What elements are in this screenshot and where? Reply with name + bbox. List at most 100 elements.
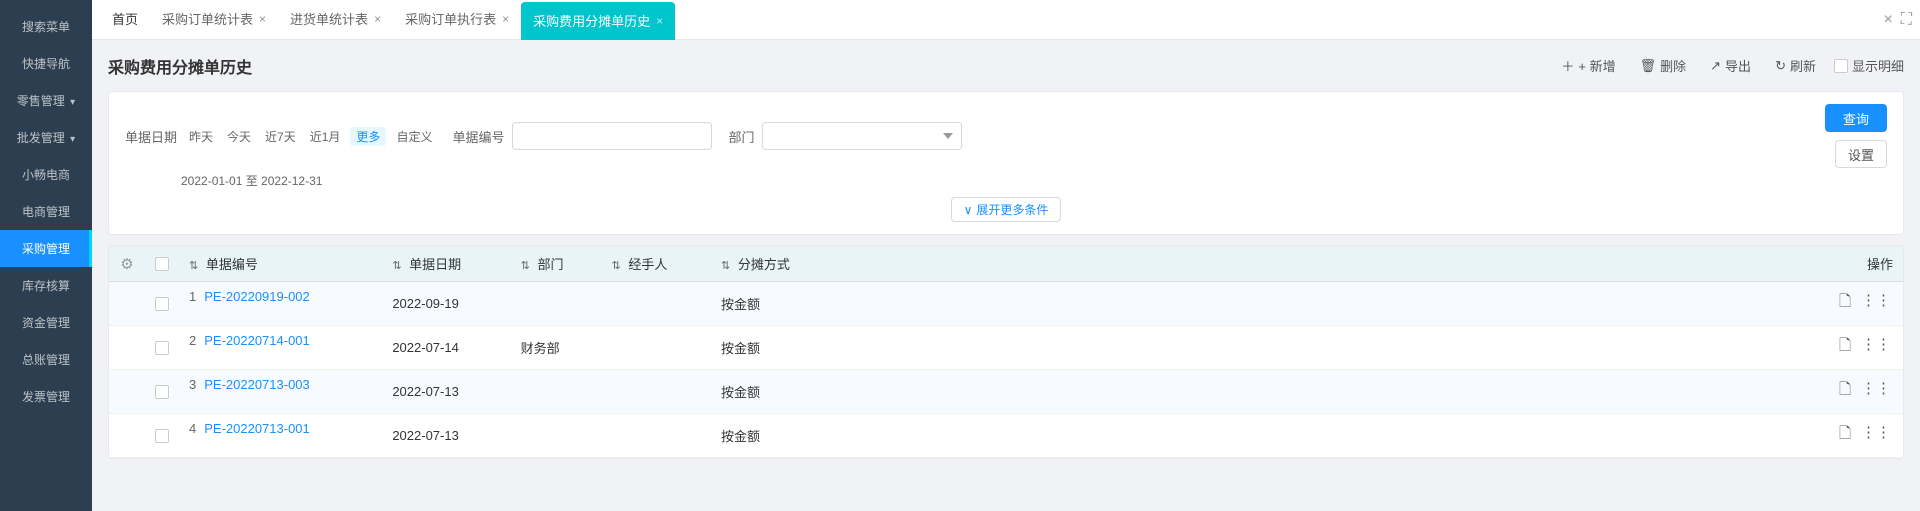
table-row: 3 PE-20220713-003 2022-07-13 按金额 🗋 ⋮⋮ [109,370,1903,414]
close-all-tabs-icon[interactable]: × [1883,11,1892,29]
tab-close-icon[interactable]: × [374,12,381,26]
sidebar-item-inventory[interactable]: 库存核算 [0,267,92,304]
sidebar-item-label: 批发管理 ▾ [4,129,88,146]
refresh-button[interactable]: ↻ 刷新 [1769,52,1822,79]
tab-close-icon[interactable]: × [502,12,509,26]
tab-purchase-order-exec[interactable]: 采购订单执行表 × [393,0,521,40]
export-button[interactable]: ↗ 导出 [1704,52,1757,79]
sidebar-item-finance[interactable]: 资金管理 [0,304,92,341]
sidebar-item-label: 小畅电商 [4,166,88,183]
doc-num-link[interactable]: PE-20220713-003 [204,377,310,392]
sidebar: 搜索菜单 快捷导航 零售管理 ▾ 批发管理 ▾ 小畅电商 电商管理 采购管理 库… [0,0,92,511]
row-detail-icon[interactable]: ⋮⋮ [1859,289,1893,318]
doc-num-link[interactable]: PE-20220919-002 [204,289,310,304]
shortcut-today[interactable]: 今天 [223,127,255,146]
doc-num-link[interactable]: PE-20220714-001 [204,333,310,348]
tab-home-label: 首页 [112,9,138,28]
row-view-icon[interactable]: 🗋 [1837,421,1853,450]
shortcut-more[interactable]: 更多 [350,127,386,146]
row-checkbox[interactable] [155,429,169,443]
col-doc-num: ⇅ 单据编号 [179,246,382,282]
sidebar-item-purchase[interactable]: 采购管理 [0,230,92,267]
select-all-checkbox[interactable] [155,257,169,271]
sidebar-item-search[interactable]: 搜索菜单 [0,8,92,45]
table-body: 1 PE-20220919-002 2022-09-19 按金额 🗋 ⋮⋮ 2 … [109,282,1903,458]
tab-label: 采购订单统计表 [162,9,253,28]
row-view-icon[interactable]: 🗋 [1837,377,1853,406]
sidebar-item-label: 库存核算 [4,277,88,294]
export-label: 导出 [1725,56,1751,75]
delete-label: 删除 [1660,56,1686,75]
table-row: 1 PE-20220919-002 2022-09-19 按金额 🗋 ⋮⋮ [109,282,1903,326]
row-checkbox[interactable] [155,385,169,399]
toolbar-actions: ＋ + 新增 🗑 删除 ↗ 导出 ↻ 刷新 显示明细 [1555,52,1904,79]
sidebar-item-wholesale[interactable]: 批发管理 ▾ [0,119,92,156]
sidebar-item-label: 采购管理 [4,240,88,257]
docnum-input[interactable] [512,122,712,150]
tab-purchase-in-stats[interactable]: 进货单统计表 × [278,0,393,40]
tab-close-icon[interactable]: × [656,14,663,28]
shortcut-custom[interactable]: 自定义 [392,127,436,146]
col-handler-label: 经手人 [628,257,667,272]
expand-more-button[interactable]: ∨ 展开更多条件 [951,197,1062,222]
row-settings-cell [109,282,145,326]
row-settings-cell [109,370,145,414]
col-checkbox [145,246,179,282]
show-label-checkbox[interactable] [1834,59,1848,73]
row-split-method: 按金额 [711,414,1787,458]
row-detail-icon[interactable]: ⋮⋮ [1859,333,1893,362]
delete-button[interactable]: 🗑 删除 [1634,52,1693,79]
tab-bar-actions: × ⛶ [1883,11,1912,29]
row-view-icon[interactable]: 🗋 [1837,289,1853,318]
expand-icon: ∨ [964,203,973,217]
tab-purchase-cost-history[interactable]: 采购费用分摊单历史 × [521,2,675,42]
sidebar-item-retail[interactable]: 零售管理 ▾ [0,82,92,119]
row-checkbox[interactable] [155,297,169,311]
refresh-icon: ↻ [1775,58,1786,74]
sidebar-item-quicknav[interactable]: 快捷导航 [0,45,92,82]
show-label-text: 显示明细 [1852,56,1904,75]
docnum-filter-group: 单据编号 [452,122,712,150]
dept-select[interactable] [762,122,962,150]
row-detail-icon[interactable]: ⋮⋮ [1859,377,1893,406]
col-split-method: ⇅ 分摊方式 [711,246,1787,282]
sidebar-item-label: 电商管理 [4,203,88,220]
col-operation: 操作 [1787,246,1903,282]
row-num-and-docnum: 3 PE-20220713-003 [179,370,382,399]
row-number: 4 [189,421,196,436]
row-checkbox[interactable] [155,341,169,355]
sidebar-item-ecommerce[interactable]: 电商管理 [0,193,92,230]
tab-purchase-order-stats[interactable]: 采购订单统计表 × [150,0,278,40]
row-detail-icon[interactable]: ⋮⋮ [1859,421,1893,450]
dept-filter-group: 部门 [728,122,962,150]
row-view-icon[interactable]: 🗋 [1837,333,1853,362]
row-num-and-docnum: 2 PE-20220714-001 [179,326,382,355]
doc-num-link[interactable]: PE-20220713-001 [204,421,310,436]
row-number: 1 [189,289,196,304]
row-checkbox-cell [145,414,179,458]
row-checkbox-cell [145,282,179,326]
sidebar-item-label: 资金管理 [4,314,88,331]
table-settings-icon[interactable]: ⚙ [120,256,133,273]
sidebar-item-ledger[interactable]: 总账管理 [0,341,92,378]
refresh-label: 刷新 [1790,56,1816,75]
tab-home[interactable]: 首页 [100,0,150,40]
shortcut-yesterday[interactable]: 昨天 [185,127,217,146]
row-dept: 财务部 [511,326,602,370]
col-icon: ⇅ [392,260,401,272]
sidebar-item-label: 搜索菜单 [4,18,88,35]
shortcut-7days[interactable]: 近7天 [261,127,300,146]
chevron-down-icon: ▾ [70,134,75,145]
col-dept-label: 部门 [538,257,564,272]
add-button[interactable]: ＋ + 新增 [1555,52,1621,79]
tab-close-icon[interactable]: × [259,12,266,26]
filter-settings-button[interactable]: 设置 [1835,140,1887,168]
row-doc-date: 2022-07-13 [382,414,510,458]
shortcut-1month[interactable]: 近1月 [306,127,345,146]
sidebar-item-ecommerce-small[interactable]: 小畅电商 [0,156,92,193]
query-button[interactable]: 查询 [1825,104,1887,132]
maximize-icon[interactable]: ⛶ [1901,11,1912,29]
sidebar-item-invoice[interactable]: 发票管理 [0,378,92,415]
row-doc-date: 2022-09-19 [382,282,510,326]
row-operation-cell: 🗋 ⋮⋮ [1787,370,1903,414]
